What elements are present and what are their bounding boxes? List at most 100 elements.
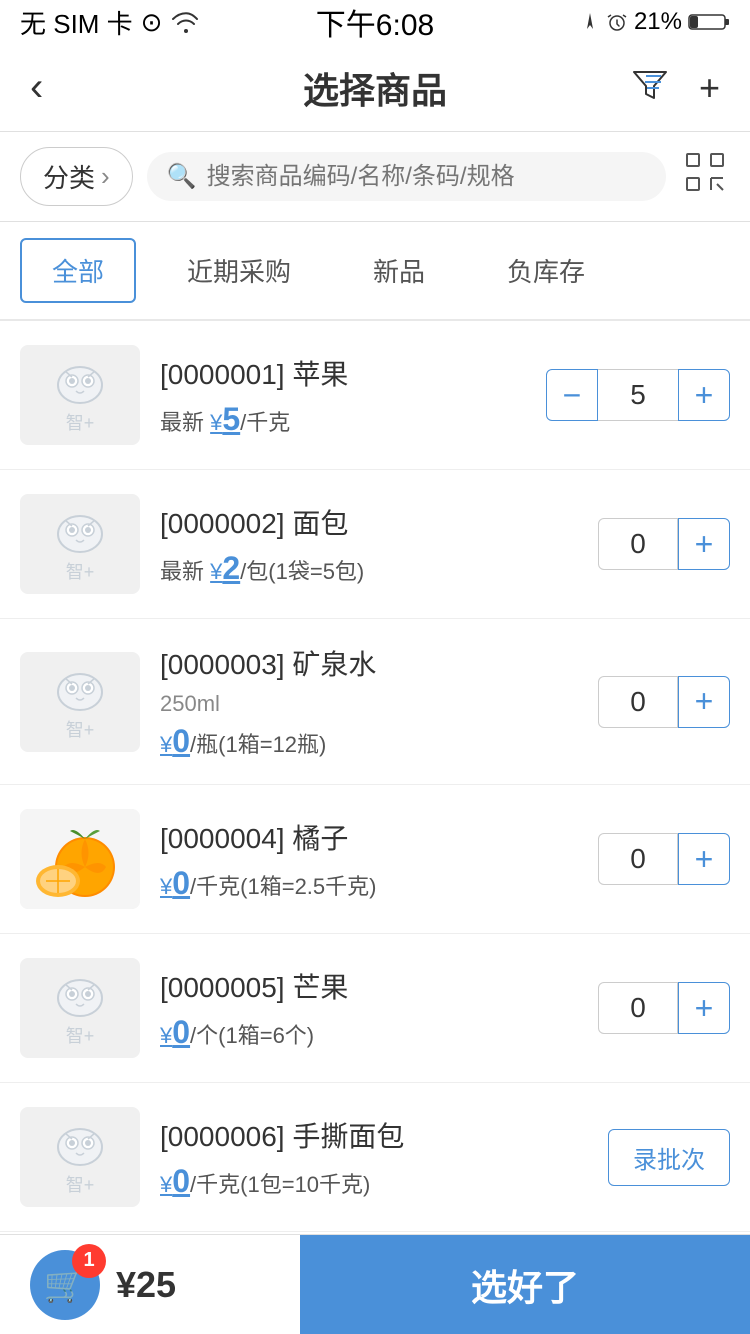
price-amount: 0 — [172, 1014, 190, 1050]
owl-brand-text: 智+ — [66, 716, 95, 742]
search-icon: 🔍 — [167, 162, 197, 191]
back-button[interactable]: ‹ — [30, 65, 90, 110]
product-image-0000005: 智+ — [20, 958, 140, 1058]
quantity-input[interactable] — [598, 676, 678, 728]
quantity-control-0000001: − + — [546, 369, 730, 421]
search-input[interactable] — [207, 163, 646, 191]
product-price: ¥0/个(1箱=6个) — [160, 1014, 578, 1051]
currency-symbol: ¥ — [160, 1172, 172, 1197]
location-icon — [580, 12, 600, 32]
wifi-signal-icon — [170, 11, 202, 33]
currency-symbol: ¥ — [160, 874, 172, 899]
product-info-0000006: [0000006] 手撕面包 ¥0/千克(1包=10千克) — [160, 1115, 588, 1200]
currency-symbol: ¥ — [160, 732, 172, 757]
quantity-control-0000003: + — [598, 676, 730, 728]
category-arrow-icon: › — [101, 161, 110, 192]
product-info-0000004: [0000004] 橘子 ¥0/千克(1箱=2.5千克) — [160, 817, 578, 902]
quantity-input[interactable] — [598, 833, 678, 885]
tab-bar: 全部 近期采购 新品 负库存 — [0, 222, 750, 321]
price-unit: /个(1箱=6个) — [190, 1023, 314, 1048]
nav-bar: ‹ 选择商品 + — [0, 44, 750, 132]
owl-brand-text: 智+ — [66, 1171, 95, 1197]
product-info-0000003: [0000003] 矿泉水 250ml ¥0/瓶(1箱=12瓶) — [160, 643, 578, 760]
quantity-increase-button[interactable]: + — [678, 518, 730, 570]
owl-icon — [50, 968, 110, 1018]
quantity-control-0000005: + — [598, 982, 730, 1034]
category-button[interactable]: 分类 › — [20, 147, 133, 206]
product-image-0000001: 智+ — [20, 345, 140, 445]
confirm-button[interactable]: 选好了 — [300, 1235, 750, 1334]
price-amount: 5 — [222, 401, 240, 437]
price-unit: /包(1袋=5包) — [240, 559, 364, 584]
back-arrow-icon: ‹ — [30, 65, 43, 110]
cart-badge: 1 — [72, 1244, 106, 1278]
battery-text: 21% — [634, 8, 682, 36]
product-item-0000006: 智+ [0000006] 手撕面包 ¥0/千克(1包=10千克) 录批次 — [0, 1083, 750, 1232]
quantity-decrease-button[interactable]: − — [546, 369, 598, 421]
status-time: 下午6:08 — [316, 0, 434, 44]
product-list: 智+ [0000001] 苹果 最新 ¥5/千克 − + — [0, 321, 750, 1312]
tab-recent[interactable]: 近期采购 — [156, 239, 322, 302]
quantity-control-0000004: + — [598, 833, 730, 885]
quantity-input[interactable] — [598, 518, 678, 570]
owl-brand-text: 智+ — [66, 409, 95, 435]
search-bar[interactable]: 🔍 — [147, 152, 666, 201]
tab-negative[interactable]: 负库存 — [476, 239, 616, 302]
price-unit: /千克(1箱=2.5千克) — [190, 874, 376, 899]
price-amount: 0 — [172, 865, 190, 901]
orange-image — [20, 809, 140, 909]
price-unit: /千克(1包=10千克) — [190, 1172, 370, 1197]
product-name: [0000006] 手撕面包 — [160, 1115, 588, 1155]
product-price: 最新 ¥2/包(1袋=5包) — [160, 550, 578, 587]
owl-icon — [50, 504, 110, 554]
product-info-0000005: [0000005] 芒果 ¥0/个(1箱=6个) — [160, 966, 578, 1051]
status-carrier: 无 SIM 卡 ⊙ — [20, 4, 202, 41]
tab-all[interactable]: 全部 — [20, 238, 136, 303]
currency-symbol: ¥ — [210, 410, 222, 435]
product-image-0000004 — [20, 809, 140, 909]
page-title: 选择商品 — [303, 62, 447, 114]
product-price: ¥0/瓶(1箱=12瓶) — [160, 723, 578, 760]
status-right: 21% — [580, 8, 730, 36]
product-info-0000001: [0000001] 苹果 最新 ¥5/千克 — [160, 353, 526, 438]
product-item-0000002: 智+ [0000002] 面包 最新 ¥2/包(1袋=5包) + — [0, 470, 750, 619]
product-price: ¥0/千克(1箱=2.5千克) — [160, 865, 578, 902]
quantity-input[interactable] — [598, 369, 678, 421]
owl-brand-text: 智+ — [66, 1022, 95, 1048]
price-unit: /瓶(1箱=12瓶) — [190, 732, 326, 757]
cart-section: 🛒 1 ¥25 — [0, 1250, 300, 1320]
owl-icon — [50, 1117, 110, 1167]
quantity-increase-button[interactable]: + — [678, 369, 730, 421]
filter-bar: 分类 › 🔍 — [0, 132, 750, 222]
product-item-0000004: [0000004] 橘子 ¥0/千克(1箱=2.5千克) + — [0, 785, 750, 934]
product-name: [0000003] 矿泉水 — [160, 643, 578, 683]
quantity-increase-button[interactable]: + — [678, 833, 730, 885]
battery-icon — [688, 12, 730, 32]
carrier-text: 无 SIM 卡 — [20, 4, 133, 41]
currency-symbol: ¥ — [160, 1023, 172, 1048]
nav-actions: + — [631, 67, 720, 109]
quantity-increase-button[interactable]: + — [678, 982, 730, 1034]
filter-icon[interactable] — [631, 68, 669, 107]
quantity-input[interactable] — [598, 982, 678, 1034]
product-name: [0000002] 面包 — [160, 502, 578, 542]
category-label: 分类 — [43, 158, 95, 195]
price-amount: 0 — [172, 1163, 190, 1199]
product-image-0000006: 智+ — [20, 1107, 140, 1207]
price-label: 最新 — [160, 410, 210, 435]
product-spec: 250ml — [160, 691, 578, 717]
owl-brand-text: 智+ — [66, 558, 95, 584]
product-image-0000003: 智+ — [20, 652, 140, 752]
owl-placeholder: 智+ — [20, 494, 140, 594]
owl-icon — [50, 355, 110, 405]
price-amount: 2 — [222, 550, 240, 586]
tab-new[interactable]: 新品 — [342, 239, 456, 302]
quantity-increase-button[interactable]: + — [678, 676, 730, 728]
cart-total: ¥25 — [116, 1264, 176, 1306]
add-icon[interactable]: + — [699, 67, 720, 109]
scan-icon[interactable] — [680, 150, 730, 204]
wifi-icon: ⊙ — [141, 7, 163, 38]
batch-button[interactable]: 录批次 — [608, 1129, 730, 1186]
owl-placeholder: 智+ — [20, 958, 140, 1058]
cart-button[interactable]: 🛒 1 — [30, 1250, 100, 1320]
